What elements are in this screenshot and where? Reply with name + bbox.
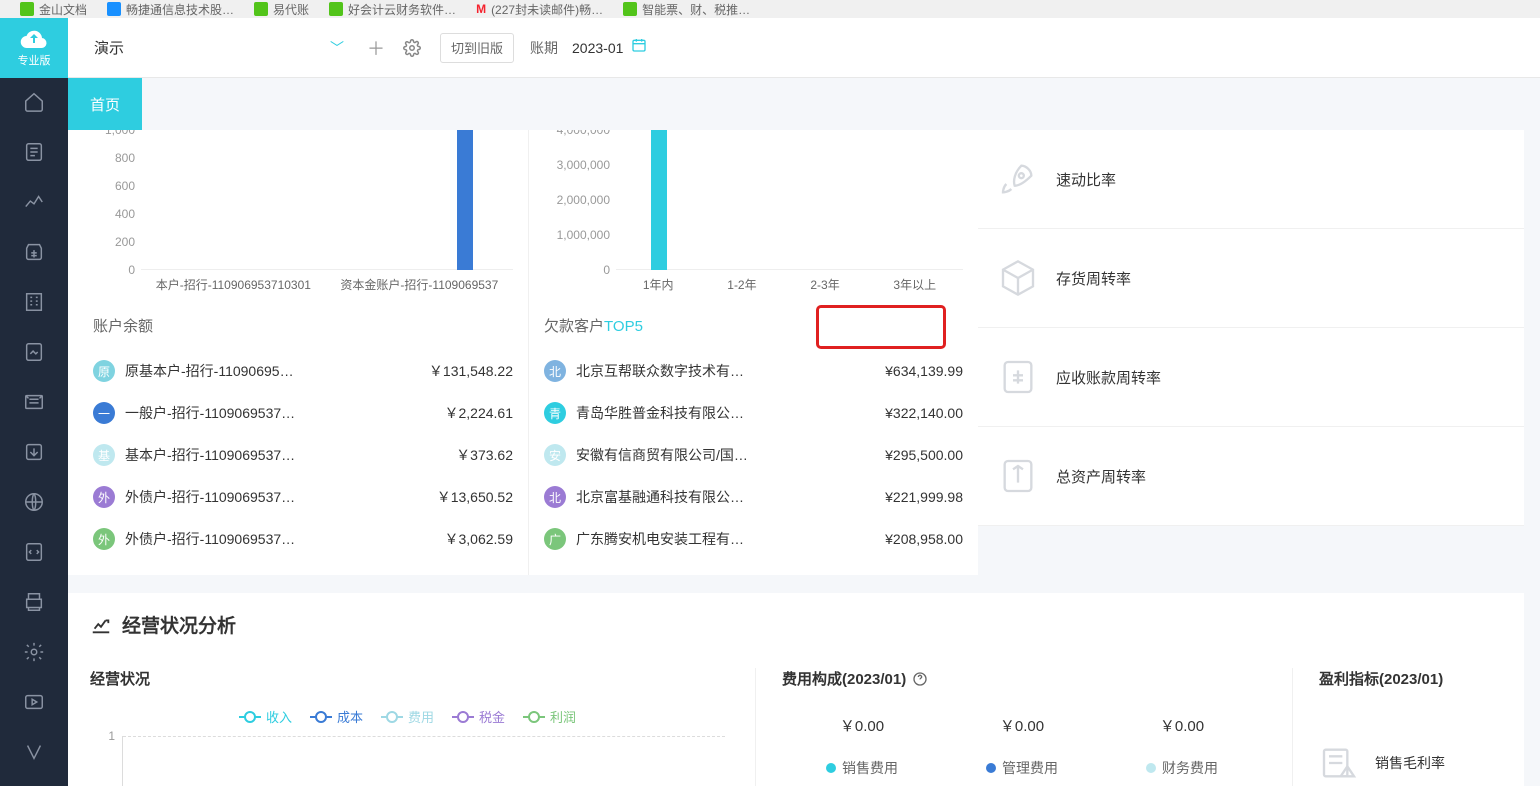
sidebar-home-icon[interactable]: [20, 88, 48, 116]
debtor-panel: 4,000,0003,000,0002,000,0001,000,0000 1年…: [528, 130, 978, 575]
metric-card[interactable]: 速动比率: [978, 130, 1524, 229]
sidebar-chart-icon[interactable]: [20, 188, 48, 216]
sidebar-receipt-icon[interactable]: [20, 388, 48, 416]
app-logo[interactable]: 专业版: [0, 18, 68, 78]
browser-tab[interactable]: 智能票、财、税推…: [623, 0, 750, 18]
balance-row[interactable]: 基基本户-招行-1109069537…￥373.62: [93, 434, 513, 476]
cloud-upload-icon: [20, 28, 48, 50]
period-value: 2023-01: [572, 40, 623, 56]
chart-line-icon: [90, 614, 112, 636]
balance-row[interactable]: 原原基本户-招行-11090695…￥131,548.22: [93, 350, 513, 392]
sidebar-report-icon[interactable]: [20, 338, 48, 366]
switch-old-version-button[interactable]: 切到旧版: [440, 33, 514, 63]
logo-subtitle: 专业版: [18, 52, 51, 68]
analysis-title: 经营状况分析: [122, 611, 236, 638]
debtor-row[interactable]: 北北京互帮联众数字技术有…¥634,139.99: [544, 350, 963, 392]
profit-subtitle: 盈利指标(2023/01): [1319, 668, 1502, 689]
sidebar-archive-icon[interactable]: [20, 438, 48, 466]
chart-bar[interactable]: [457, 130, 473, 270]
metric-card[interactable]: 应收账款周转率: [978, 328, 1524, 427]
debtor-row[interactable]: 广广东腾安机电安装工程有…¥208,958.00: [544, 518, 963, 560]
browser-tab[interactable]: 易代账: [254, 0, 309, 18]
operation-line-chart: 1 0.8: [122, 736, 725, 786]
chart-bar[interactable]: [651, 130, 667, 270]
sidebar-nav: [0, 78, 68, 786]
sidebar-exchange-icon[interactable]: [20, 538, 48, 566]
cost-subtitle: 费用构成(2023/01): [782, 668, 1262, 689]
tab-home[interactable]: 首页: [68, 78, 142, 130]
browser-tab[interactable]: M(227封未读邮件)畅…: [476, 0, 603, 18]
line-chart-legend: 收入 成本 费用 税金 利润: [90, 707, 725, 726]
cube-icon: [998, 258, 1038, 298]
debtor-row[interactable]: 青青岛华胜普金科技有限公…¥322,140.00: [544, 392, 963, 434]
gear-icon[interactable]: [398, 34, 426, 62]
aging-bar-chart: 4,000,0003,000,0002,000,0001,000,0000: [616, 130, 963, 270]
metric-column: 速动比率 存货周转率 应收账款周转率 总资产周转率: [978, 130, 1524, 575]
balance-section-title: 账户余额: [93, 315, 513, 336]
sidebar-globe-icon[interactable]: [20, 488, 48, 516]
add-button[interactable]: ＋: [362, 34, 390, 62]
sidebar-settings-icon[interactable]: [20, 638, 48, 666]
tab-bar: 首页: [68, 78, 1540, 130]
workspace-selector[interactable]: 演示 ﹀: [84, 30, 354, 66]
receivable-icon: [998, 357, 1038, 397]
browser-tab[interactable]: 畅捷通信息技术股…: [107, 0, 234, 18]
browser-tab[interactable]: 好会计云财务软件…: [329, 0, 456, 18]
operation-subtitle: 经营状况: [90, 668, 725, 689]
sidebar-v-icon[interactable]: [20, 738, 48, 766]
metric-card[interactable]: 存货周转率: [978, 229, 1524, 328]
account-balance-panel: 1,0008006004002000 本户-招行-110906953710301…: [68, 130, 528, 575]
margin-icon: [1319, 743, 1359, 783]
sidebar-money-icon[interactable]: [20, 238, 48, 266]
top-bar: 专业版 演示 ﹀ ＋ 切到旧版 账期 2023-01: [0, 18, 1540, 78]
period-label: 账期: [530, 38, 558, 58]
balance-row[interactable]: 一一般户-招行-1109069537…￥2,224.61: [93, 392, 513, 434]
balance-bar-chart: 1,0008006004002000: [141, 130, 513, 270]
debtor-row[interactable]: 安安徽有信商贸有限公司/国…¥295,500.00: [544, 434, 963, 476]
asset-icon: [998, 456, 1038, 496]
calendar-icon[interactable]: [631, 37, 647, 58]
help-icon[interactable]: [912, 671, 928, 687]
debtor-row[interactable]: 北北京富基融通科技有限公…¥221,999.98: [544, 476, 963, 518]
analysis-panel: 经营状况分析 经营状况 收入 成本 费用 税金 利润 1: [68, 593, 1524, 786]
sidebar-building-icon[interactable]: [20, 288, 48, 316]
browser-tab[interactable]: 金山文档: [20, 0, 87, 18]
chevron-down-icon: ﹀: [330, 38, 344, 58]
sidebar-doc-icon[interactable]: [20, 138, 48, 166]
workspace-name: 演示: [94, 37, 124, 58]
balance-row[interactable]: 外外债户-招行-1109069537…￥13,650.52: [93, 476, 513, 518]
balance-row[interactable]: 外外债户-招行-1109069537…￥3,062.59: [93, 518, 513, 560]
sidebar-print-icon[interactable]: [20, 588, 48, 616]
sidebar-video-icon[interactable]: [20, 688, 48, 716]
browser-tab-strip: 金山文档 畅捷通信息技术股… 易代账 好会计云财务软件… M(227封未读邮件)…: [0, 0, 1540, 18]
rocket-icon: [998, 159, 1038, 199]
metric-card[interactable]: 总资产周转率: [978, 427, 1524, 526]
debtor-section-title: 欠款客户TOP5: [544, 315, 963, 336]
